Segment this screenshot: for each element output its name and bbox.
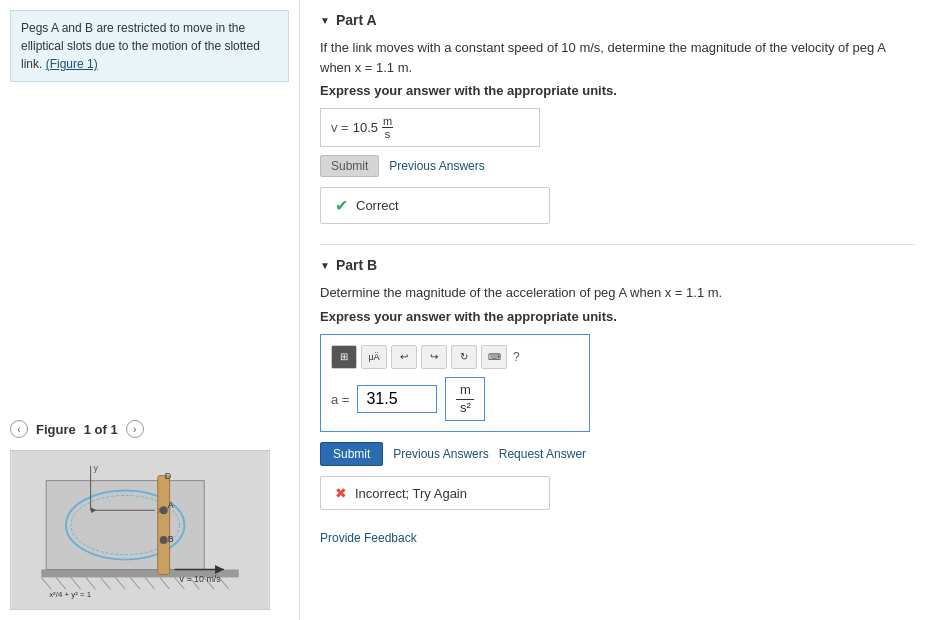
part-a-answer-label: v = <box>331 120 349 135</box>
part-b-section: ▼ Part B Determine the magnitude of the … <box>320 257 915 510</box>
part-b-answer-wrapper: ⊞ μÄ ↩ ↪ ↻ ⌨ ? a = m s² <box>320 334 590 433</box>
svg-text:x²/4 + y² = 1: x²/4 + y² = 1 <box>49 590 91 599</box>
svg-text:y: y <box>94 463 99 473</box>
part-a-action-row: Submit Previous Answers <box>320 155 915 177</box>
part-a-arrow: ▼ <box>320 15 330 26</box>
part-b-submit-btn[interactable]: Submit <box>320 442 383 466</box>
svg-text:D: D <box>165 471 171 481</box>
part-b-title: Part B <box>336 257 377 273</box>
part-b-arrow: ▼ <box>320 260 330 271</box>
part-b-feedback-box: ✖ Incorrect; Try Again <box>320 476 550 510</box>
svg-rect-18 <box>158 476 170 575</box>
part-b-unit-box: m s² <box>445 377 485 422</box>
part-b-unit-num: m <box>456 382 474 400</box>
part-b-request-answer-link[interactable]: Request Answer <box>499 447 586 461</box>
part-a-express: Express your answer with the appropriate… <box>320 83 915 98</box>
incorrect-icon: ✖ <box>335 485 347 501</box>
part-a-submit-btn[interactable]: Submit <box>320 155 379 177</box>
svg-point-20 <box>160 536 168 544</box>
toolbar-help[interactable]: ? <box>513 350 520 364</box>
figure-link[interactable]: (Figure 1) <box>46 57 98 71</box>
part-a-header[interactable]: ▼ Part A <box>320 12 915 28</box>
problem-description: Pegs A and B are restricted to move in t… <box>10 10 289 82</box>
part-a-prev-answers-link[interactable]: Previous Answers <box>389 159 484 173</box>
toolbar-grid-btn[interactable]: ⊞ <box>331 345 357 369</box>
figure-label: Figure <box>36 422 76 437</box>
part-b-prev-answers-link[interactable]: Previous Answers <box>393 447 488 461</box>
figure-label-row: ‹ Figure 1 of 1 › <box>10 414 289 444</box>
part-b-header[interactable]: ▼ Part B <box>320 257 915 273</box>
part-a-answer-value: 10.5 <box>353 120 378 135</box>
part-a-feedback-text: Correct <box>356 198 399 213</box>
part-b-question: Determine the magnitude of the accelerat… <box>320 283 915 303</box>
part-a-unit-num: m <box>382 115 393 128</box>
part-b-answer-label: a = <box>331 392 349 407</box>
part-b-unit-den: s² <box>456 400 474 417</box>
toolbar-redo-btn[interactable]: ↪ <box>421 345 447 369</box>
toolbar-keyboard-btn[interactable]: ⌨ <box>481 345 507 369</box>
part-a-question: If the link moves with a constant speed … <box>320 38 915 77</box>
footer: Provide Feedback <box>320 530 915 545</box>
toolbar-refresh-btn[interactable]: ↻ <box>451 345 477 369</box>
svg-text:B: B <box>168 534 174 544</box>
part-divider <box>320 244 915 245</box>
part-b-input[interactable] <box>357 385 437 413</box>
part-b-toolbar: ⊞ μÄ ↩ ↪ ↻ ⌨ ? <box>331 345 579 369</box>
figure-prev-btn[interactable]: ‹ <box>10 420 28 438</box>
figure-next-btn[interactable]: › <box>126 420 144 438</box>
part-a-unit: m s <box>382 115 393 140</box>
part-b-express: Express your answer with the appropriate… <box>320 309 915 324</box>
part-a-title: Part A <box>336 12 377 28</box>
svg-text:v = 10 m/s: v = 10 m/s <box>180 574 222 584</box>
part-a-section: ▼ Part A If the link moves with a consta… <box>320 12 915 224</box>
provide-feedback-link[interactable]: Provide Feedback <box>320 531 417 545</box>
svg-text:x: x <box>158 505 163 515</box>
part-a-unit-den: s <box>384 128 392 140</box>
svg-text:A: A <box>168 500 174 510</box>
figure-counter: 1 of 1 <box>84 422 118 437</box>
part-a-answer-box: v = 10.5 m s <box>320 108 540 147</box>
part-a-feedback-box: ✔ Correct <box>320 187 550 224</box>
left-panel: Pegs A and B are restricted to move in t… <box>0 0 300 620</box>
toolbar-undo-btn[interactable]: ↩ <box>391 345 417 369</box>
toolbar-mu-btn[interactable]: μÄ <box>361 345 387 369</box>
figure-image: v = 10 m/s A B y x x²/4 + y² = 1 D <box>10 450 270 610</box>
correct-icon: ✔ <box>335 196 348 215</box>
svg-rect-15 <box>46 481 204 570</box>
part-b-action-row: Submit Previous Answers Request Answer <box>320 442 915 466</box>
right-panel: ▼ Part A If the link moves with a consta… <box>300 0 935 620</box>
part-b-input-row: a = m s² <box>331 377 579 422</box>
part-b-feedback-text: Incorrect; Try Again <box>355 486 467 501</box>
